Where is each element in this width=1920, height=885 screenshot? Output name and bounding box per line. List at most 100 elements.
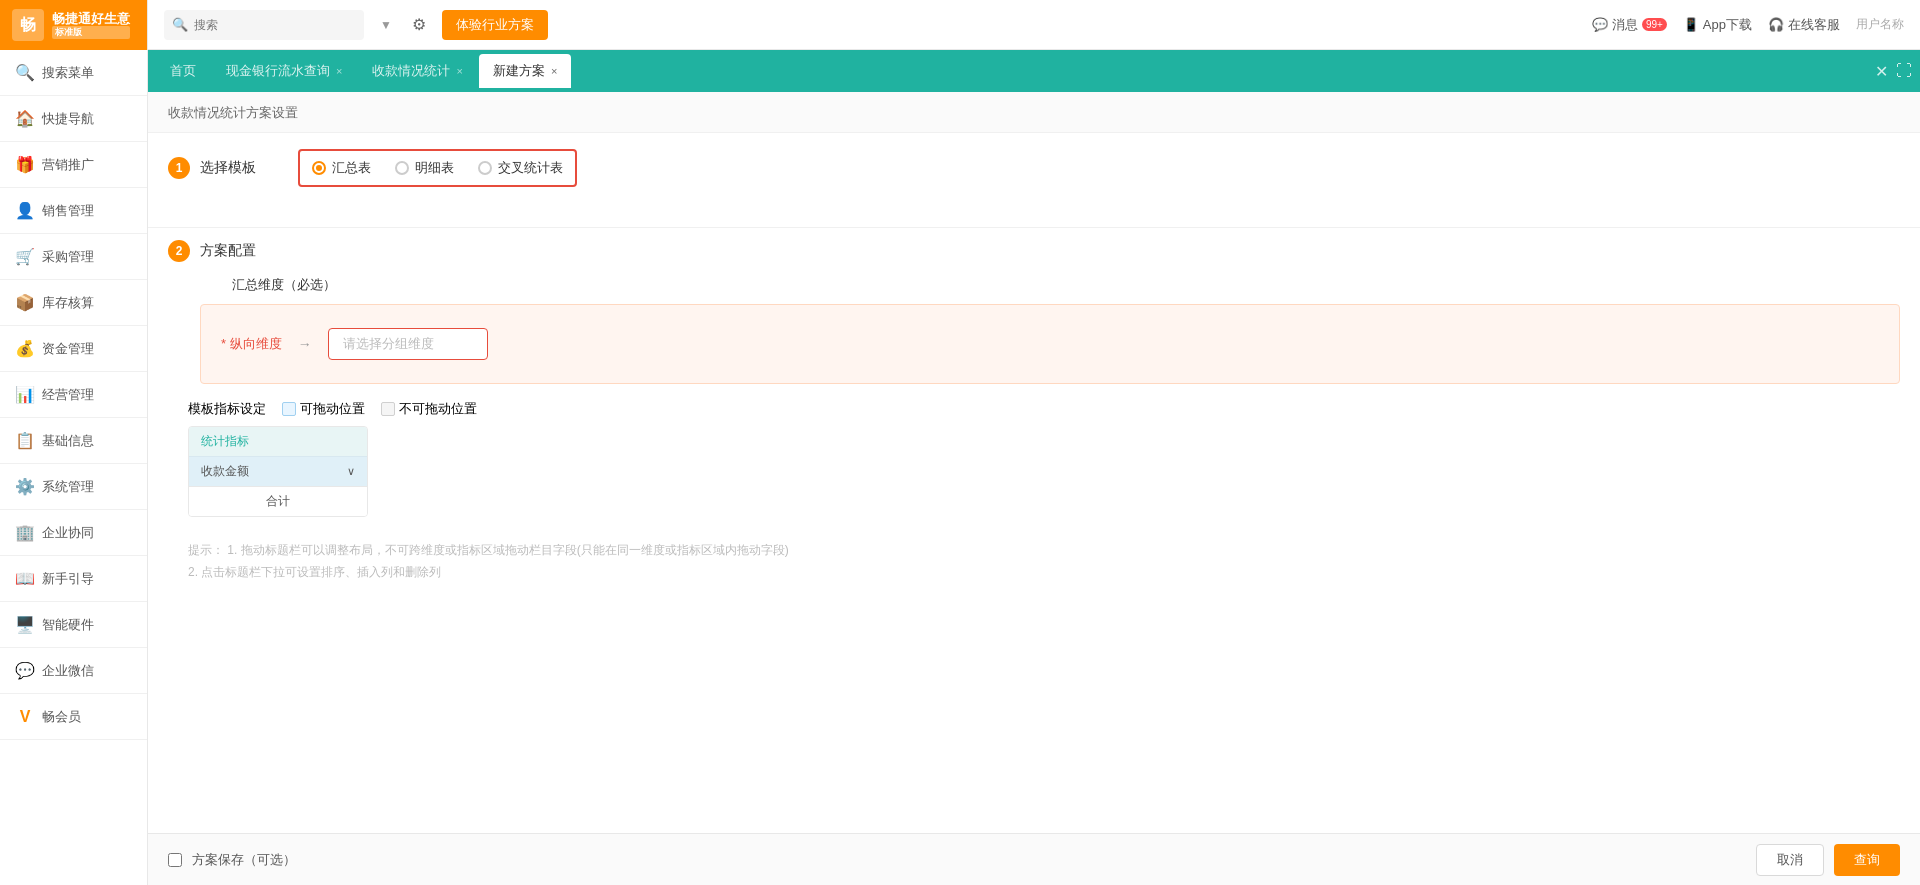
- sidebar-item-label: 智能硬件: [42, 616, 131, 634]
- metrics-col-header[interactable]: 收款金额 ∨: [189, 456, 367, 486]
- sidebar-item-marketing[interactable]: 🎁 营销推广: [0, 142, 147, 188]
- topbar: 🔍 ▼ ⚙ 体验行业方案 💬 消息 99+ 📱 App下载 🎧 在线客服 用户名…: [148, 0, 1920, 50]
- dimension-row: 纵向维度 → 请选择分组维度: [221, 328, 488, 360]
- sidebar-item-purchase[interactable]: 🛒 采购管理: [0, 234, 147, 280]
- dimension-label: 汇总维度（必选）: [232, 276, 1900, 294]
- save-checkbox[interactable]: [168, 853, 182, 867]
- tips-section: 提示： 1. 拖动标题栏可以调整布局，不可跨维度或指标区域拖动栏目字段(只能在同…: [168, 528, 1900, 595]
- sidebar-item-system[interactable]: ⚙️ 系统管理: [0, 464, 147, 510]
- sidebar-item-member[interactable]: V 畅会员: [0, 694, 147, 740]
- query-button[interactable]: 查询: [1834, 844, 1900, 876]
- sidebar-item-inventory[interactable]: 📦 库存核算: [0, 280, 147, 326]
- dimension-area: 纵向维度 → 请选择分组维度: [200, 304, 1900, 384]
- dimension-select[interactable]: 请选择分组维度: [328, 328, 488, 360]
- service-btn[interactable]: 🎧 在线客服: [1768, 16, 1840, 34]
- message-badge: 99+: [1642, 18, 1667, 31]
- sidebar-item-label: 快捷导航: [42, 110, 131, 128]
- user-icon: 👤: [16, 202, 34, 220]
- chart-icon: 📊: [16, 386, 34, 404]
- dimension-row-label: 纵向维度: [221, 335, 282, 353]
- search-icon: 🔍: [16, 64, 34, 82]
- radio-cross[interactable]: 交叉统计表: [478, 159, 563, 177]
- search-box[interactable]: 🔍: [164, 10, 364, 40]
- hint-fixed: 不可拖动位置: [381, 400, 477, 418]
- service-label: 在线客服: [1788, 16, 1840, 34]
- sidebar-item-finance[interactable]: 💰 资金管理: [0, 326, 147, 372]
- cancel-button[interactable]: 取消: [1756, 844, 1824, 876]
- sidebar-item-search-menu[interactable]: 🔍 搜索菜单: [0, 50, 147, 96]
- tip-1: 提示： 1. 拖动标题栏可以调整布局，不可跨维度或指标区域拖动栏目字段(只能在同…: [188, 540, 1880, 562]
- sidebar-item-label: 资金管理: [42, 340, 131, 358]
- sidebar-item-smart-hw[interactable]: 🖥️ 智能硬件: [0, 602, 147, 648]
- radio-summary[interactable]: 汇总表: [312, 159, 371, 177]
- hint-draggable-label: 可拖动位置: [300, 400, 365, 418]
- sidebar-item-label: 经营管理: [42, 386, 131, 404]
- metrics-col-label: 收款金额: [201, 463, 249, 480]
- step2-title: 方案配置: [200, 242, 256, 260]
- sidebar-item-label: 搜索菜单: [42, 64, 131, 82]
- app-download-btn[interactable]: 📱 App下载: [1683, 16, 1752, 34]
- tab-home[interactable]: 首页: [156, 54, 210, 88]
- book-icon: 📖: [16, 570, 34, 588]
- page-title: 收款情况统计方案设置: [168, 105, 298, 120]
- tab-collection-stats[interactable]: 收款情况统计 ×: [358, 54, 476, 88]
- radio-summary-label: 汇总表: [332, 159, 371, 177]
- vip-icon: V: [16, 708, 34, 726]
- message-icon: 💬: [1592, 17, 1608, 32]
- step1-num: 1: [168, 157, 190, 179]
- tab-bank-flow-close-icon[interactable]: ×: [336, 65, 342, 77]
- search-dropdown-icon[interactable]: ▼: [380, 18, 392, 32]
- tab-home-label: 首页: [170, 62, 196, 80]
- user-name: 用户名称: [1856, 16, 1904, 33]
- content-inner: 收款情况统计方案设置 1 选择模板 汇总表: [148, 92, 1920, 833]
- industry-btn[interactable]: 体验行业方案: [442, 10, 548, 40]
- message-btn[interactable]: 💬 消息 99+: [1592, 16, 1667, 34]
- sidebar-item-operations[interactable]: 📊 经营管理: [0, 372, 147, 418]
- page-header: 收款情况统计方案设置: [148, 92, 1920, 133]
- search-input[interactable]: [194, 18, 334, 32]
- sidebar-item-wechat[interactable]: 💬 企业微信: [0, 648, 147, 694]
- gift-icon: 🎁: [16, 156, 34, 174]
- metrics-col-dropdown-icon[interactable]: ∨: [347, 465, 355, 478]
- footer-actions: 取消 查询: [1756, 844, 1900, 876]
- logo-icon: 畅: [12, 9, 44, 41]
- message-label: 消息: [1612, 16, 1638, 34]
- hint-fixed-box: [381, 402, 395, 416]
- sidebar-item-enterprise[interactable]: 🏢 企业协同: [0, 510, 147, 556]
- radio-detail[interactable]: 明细表: [395, 159, 454, 177]
- sidebar-item-basic-info[interactable]: 📋 基础信息: [0, 418, 147, 464]
- step2-indicator: 2 方案配置: [168, 240, 1900, 262]
- chat-icon: 💬: [16, 662, 34, 680]
- service-icon: 🎧: [1768, 17, 1784, 32]
- radio-detail-label: 明细表: [415, 159, 454, 177]
- tab-bank-flow[interactable]: 现金银行流水查询 ×: [212, 54, 356, 88]
- tab-new-plan-close-icon[interactable]: ×: [551, 65, 557, 77]
- settings-icon[interactable]: ⚙: [412, 15, 426, 34]
- search-icon: 🔍: [172, 17, 188, 32]
- sidebar-item-sales[interactable]: 👤 销售管理: [0, 188, 147, 234]
- sidebar-item-label: 企业微信: [42, 662, 131, 680]
- tab-new-plan[interactable]: 新建方案 ×: [479, 54, 571, 88]
- home-icon: 🏠: [16, 110, 34, 128]
- sidebar-item-newbie[interactable]: 📖 新手引导: [0, 556, 147, 602]
- clipboard-icon: 📋: [16, 432, 34, 450]
- logo-text: 畅捷通好生意: [52, 11, 130, 27]
- tab-collection-stats-close-icon[interactable]: ×: [456, 65, 462, 77]
- step1-section: 1 选择模板 汇总表 明细表: [148, 133, 1920, 219]
- dimension-section: 汇总维度（必选） 纵向维度 → 请选择分组维度: [200, 276, 1900, 384]
- sidebar-item-quick-nav[interactable]: 🏠 快捷导航: [0, 96, 147, 142]
- monitor-icon: 🖥️: [16, 616, 34, 634]
- sidebar-item-label: 基础信息: [42, 432, 131, 450]
- logo-badge: 标准版: [52, 26, 130, 39]
- sidebar-item-label: 采购管理: [42, 248, 131, 266]
- app-download-label: App下载: [1703, 16, 1752, 34]
- hint-fixed-label: 不可拖动位置: [399, 400, 477, 418]
- download-icon: 📱: [1683, 17, 1699, 32]
- save-label: 方案保存（可选）: [192, 851, 296, 869]
- tabbar: 首页 现金银行流水查询 × 收款情况统计 × 新建方案 × ✕ ⛶: [148, 50, 1920, 92]
- cart-icon: 🛒: [16, 248, 34, 266]
- tab-expand-icon[interactable]: ⛶: [1896, 62, 1912, 81]
- tab-bank-flow-label: 现金银行流水查询: [226, 62, 330, 80]
- tab-close-all-icon[interactable]: ✕: [1875, 62, 1888, 81]
- metrics-table-header: 统计指标: [189, 427, 367, 456]
